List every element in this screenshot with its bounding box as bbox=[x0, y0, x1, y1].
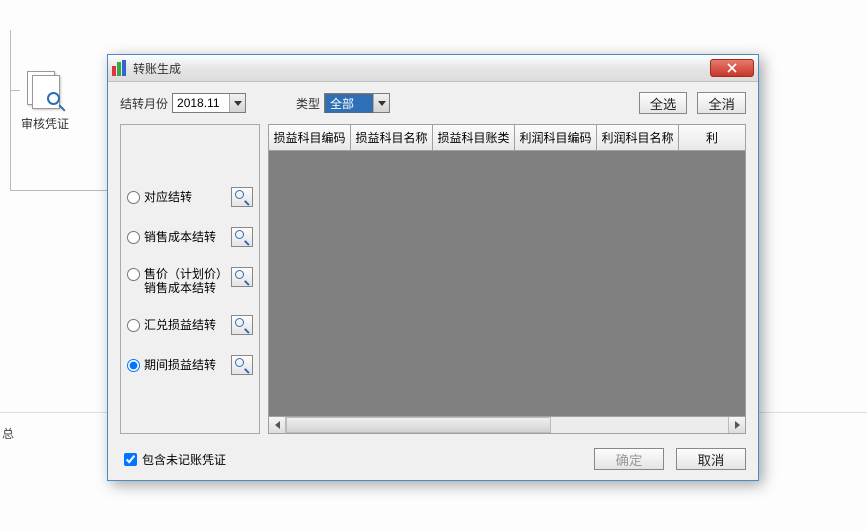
radio-input-3[interactable] bbox=[127, 268, 140, 281]
app-chart-icon bbox=[112, 60, 128, 76]
type-dropdown-button[interactable] bbox=[373, 94, 389, 112]
document-search-icon bbox=[25, 70, 65, 110]
arrow-left-icon bbox=[275, 421, 280, 429]
lookup-button-2[interactable] bbox=[231, 227, 253, 247]
chevron-down-icon bbox=[234, 101, 242, 106]
radio-sales-cost-transfer[interactable]: 销售成本结转 bbox=[127, 227, 253, 247]
radio-label-3: 售价（计划价）销售成本结转 bbox=[144, 267, 227, 295]
type-value: 全部 bbox=[325, 94, 373, 113]
cancel-button[interactable]: 取消 bbox=[676, 448, 746, 470]
type-combo[interactable]: 全部 bbox=[324, 93, 390, 113]
include-unposted-label: 包含未记账凭证 bbox=[142, 451, 226, 468]
col-profit-code[interactable]: 利润科目编码 bbox=[515, 125, 597, 151]
month-value: 2018.11 bbox=[173, 96, 229, 110]
deselect-all-button[interactable]: 全消 bbox=[697, 92, 746, 114]
radio-input-5[interactable] bbox=[127, 359, 140, 372]
radio-planned-price-transfer[interactable]: 售价（计划价）销售成本结转 bbox=[127, 267, 253, 295]
bg-text-fragment: 总 bbox=[2, 425, 14, 442]
scroll-left-button[interactable] bbox=[269, 417, 286, 433]
search-icon bbox=[235, 230, 249, 244]
radio-input-2[interactable] bbox=[127, 231, 140, 244]
col-pl-name[interactable]: 损益科目名称 bbox=[351, 125, 433, 151]
bottom-controls: 包含未记账凭证 确定 取消 bbox=[120, 448, 746, 470]
radio-label-1: 对应结转 bbox=[144, 190, 227, 204]
top-controls: 结转月份 2018.11 类型 全部 全选 全消 bbox=[120, 92, 746, 114]
close-button[interactable] bbox=[710, 59, 754, 77]
search-icon bbox=[235, 270, 249, 284]
radio-label-4: 汇兑损益结转 bbox=[144, 318, 227, 332]
search-icon bbox=[235, 318, 249, 332]
type-label: 类型 bbox=[296, 95, 320, 112]
lookup-button-5[interactable] bbox=[231, 355, 253, 375]
radio-corresponding-transfer[interactable]: 对应结转 bbox=[127, 187, 253, 207]
grid-header-row: 损益科目编码 损益科目名称 损益科目账类 利润科目编码 利润科目名称 利 bbox=[268, 124, 746, 151]
arrow-right-icon bbox=[735, 421, 740, 429]
scroll-right-button[interactable] bbox=[728, 417, 745, 433]
scroll-track[interactable] bbox=[286, 417, 728, 433]
chevron-down-icon bbox=[378, 101, 386, 106]
transfer-generate-dialog: 转账生成 结转月份 2018.11 类型 全部 全选 全消 bbox=[107, 54, 759, 481]
lookup-button-1[interactable] bbox=[231, 187, 253, 207]
grid-body[interactable] bbox=[268, 151, 746, 417]
radio-label-2: 销售成本结转 bbox=[144, 230, 227, 244]
search-icon bbox=[235, 358, 249, 372]
col-profit-name[interactable]: 利润科目名称 bbox=[597, 125, 679, 151]
scroll-thumb[interactable] bbox=[286, 417, 551, 433]
transfer-type-panel: 对应结转 销售成本结转 售价（计划价）销售成本结转 汇兑损益结转 bbox=[120, 124, 260, 434]
data-grid: 损益科目编码 损益科目名称 损益科目账类 利润科目编码 利润科目名称 利 bbox=[268, 124, 746, 434]
month-combo[interactable]: 2018.11 bbox=[172, 93, 246, 113]
dialog-title: 转账生成 bbox=[133, 60, 710, 77]
lookup-button-4[interactable] bbox=[231, 315, 253, 335]
desktop-icon-label: 审核凭证 bbox=[20, 115, 70, 132]
col-partial[interactable]: 利 bbox=[679, 125, 746, 151]
radio-exchange-transfer[interactable]: 汇兑损益结转 bbox=[127, 315, 253, 335]
close-icon bbox=[727, 63, 737, 73]
select-all-button[interactable]: 全选 bbox=[639, 92, 688, 114]
search-icon bbox=[235, 190, 249, 204]
lookup-button-3[interactable] bbox=[231, 267, 253, 287]
ok-button[interactable]: 确定 bbox=[594, 448, 664, 470]
include-unposted-checkbox[interactable] bbox=[124, 453, 137, 466]
radio-input-1[interactable] bbox=[127, 191, 140, 204]
horizontal-scrollbar[interactable] bbox=[268, 417, 746, 434]
dialog-titlebar[interactable]: 转账生成 bbox=[108, 55, 758, 82]
month-dropdown-button[interactable] bbox=[229, 94, 245, 112]
include-unposted-checkbox-row[interactable]: 包含未记账凭证 bbox=[124, 451, 226, 468]
radio-period-profit-loss[interactable]: 期间损益结转 bbox=[127, 355, 253, 375]
month-label: 结转月份 bbox=[120, 95, 168, 112]
radio-label-5: 期间损益结转 bbox=[144, 358, 227, 372]
col-pl-code[interactable]: 损益科目编码 bbox=[269, 125, 351, 151]
desktop-icon-audit[interactable]: 审核凭证 bbox=[20, 70, 70, 132]
col-pl-category[interactable]: 损益科目账类 bbox=[433, 125, 515, 151]
radio-input-4[interactable] bbox=[127, 319, 140, 332]
